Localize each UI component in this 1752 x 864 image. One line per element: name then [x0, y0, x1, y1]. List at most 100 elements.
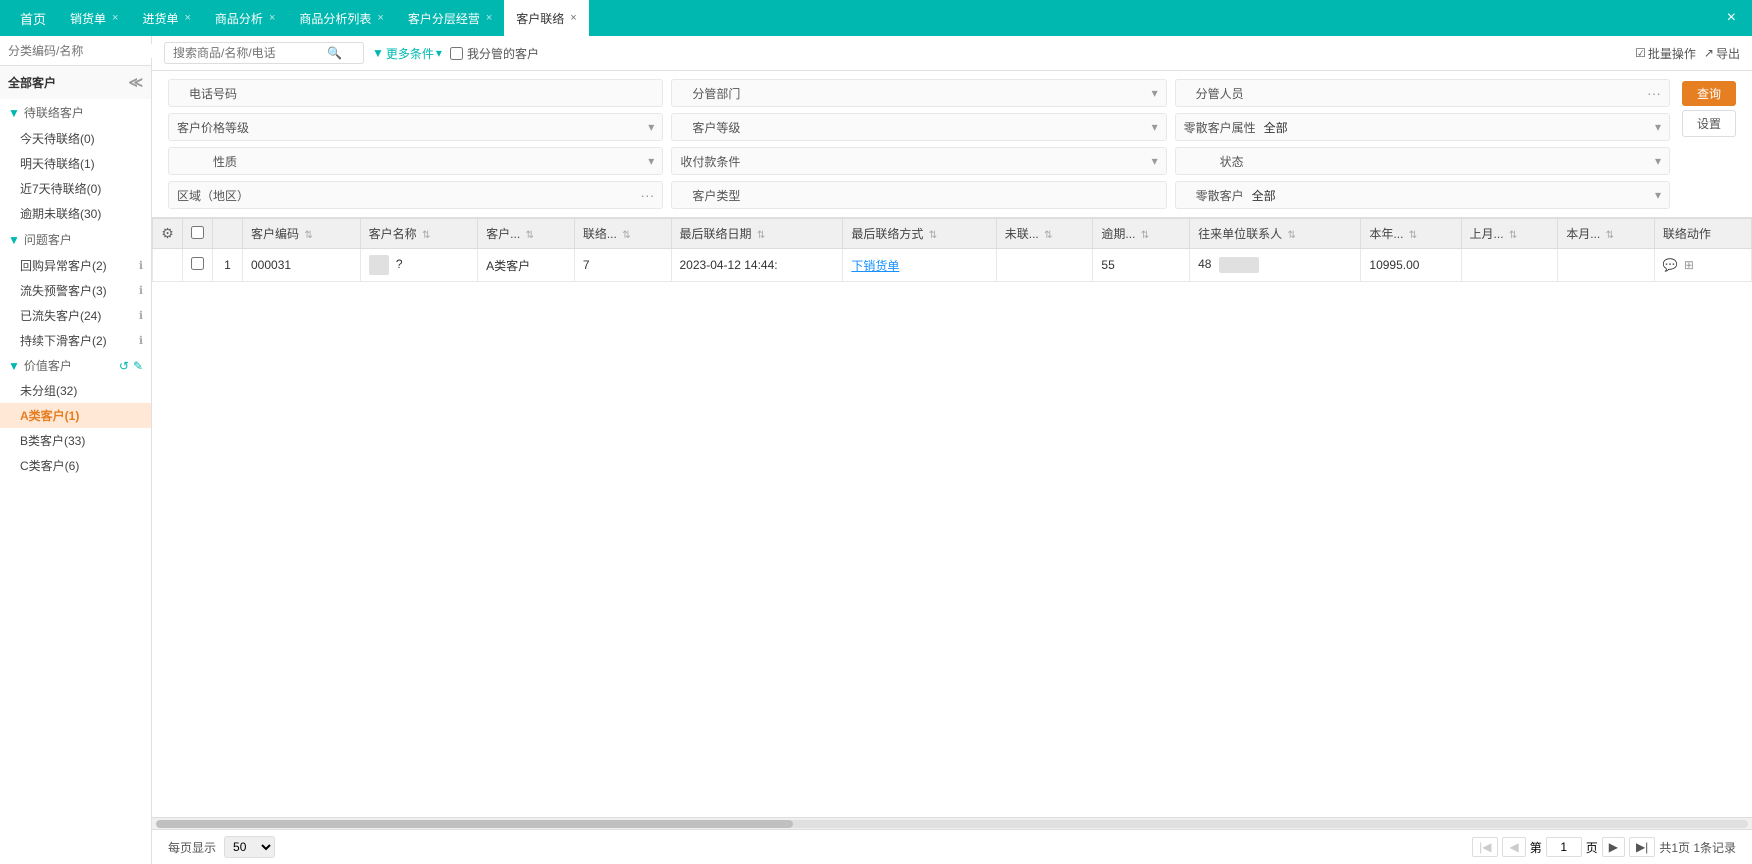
tab-product-analysis[interactable]: 商品分析 × — [203, 0, 287, 36]
sidebar-item-churned[interactable]: 已流失客户(24) ℹ — [0, 303, 151, 328]
tab-purchase[interactable]: 进货单 × — [130, 0, 202, 36]
group-label-value[interactable]: ▼ 价值客户 — [8, 357, 72, 374]
edit-icon[interactable]: ✎ — [133, 359, 143, 373]
group-problem-customers[interactable]: ▼ 问题客户 — [0, 226, 151, 253]
sidebar-item-tomorrow[interactable]: 明天待联络(1) — [0, 151, 151, 176]
filter-department[interactable]: 分管部门 ▾ — [671, 79, 1166, 107]
export-button[interactable]: ↗ 导出 — [1704, 45, 1740, 62]
tab-customer-contact[interactable]: 客户联络 × — [504, 0, 588, 36]
last-method-link[interactable]: 下销货单 — [851, 259, 899, 273]
sort-icon-name: ⇅ — [422, 230, 430, 241]
prev-page-button[interactable]: ◀ — [1502, 837, 1525, 857]
filter-nature[interactable]: 性质 ▾ — [168, 147, 663, 175]
row-contact-count: 7 — [574, 249, 671, 282]
region-label: 区域（地区） — [177, 187, 249, 204]
th-last-contact-method[interactable]: 最后联络方式 ⇅ — [843, 219, 996, 249]
close-all-button[interactable]: × — [1719, 9, 1744, 27]
sidebar-collapse-button[interactable]: ≪ — [128, 74, 143, 91]
phone-input[interactable] — [245, 86, 654, 100]
close-sales-tab[interactable]: × — [112, 12, 118, 24]
sidebar-item-7days[interactable]: 近7天待联络(0) — [0, 176, 151, 201]
close-purchase-tab[interactable]: × — [184, 12, 190, 24]
tab-sales[interactable]: 销货单 × — [58, 0, 130, 36]
sort-icon-last-method: ⇅ — [929, 230, 937, 241]
close-customer-segment-tab[interactable]: × — [486, 12, 492, 24]
close-customer-contact-tab[interactable]: × — [570, 12, 576, 24]
filter-price-level[interactable]: 客户价格等级 ▾ — [168, 113, 663, 141]
page-navigation: |◀ ◀ 第 页 ▶ ▶| 共1页 1条记录 — [1472, 837, 1736, 857]
status-dropdown-icon: ▾ — [1655, 154, 1661, 168]
close-product-list-tab[interactable]: × — [377, 12, 383, 24]
filter-status[interactable]: 状态 ▾ — [1175, 147, 1670, 175]
th-customer-code[interactable]: 客户编码 ⇅ — [243, 219, 361, 249]
tab-product-list[interactable]: 商品分析列表 × — [287, 0, 395, 36]
th-not-linked[interactable]: 未联... ⇅ — [996, 219, 1093, 249]
scrollbar-thumb[interactable] — [156, 820, 793, 828]
th-contact-person[interactable]: 往来单位联系人 ⇅ — [1190, 219, 1361, 249]
first-page-button[interactable]: |◀ — [1472, 837, 1498, 857]
sidebar-item-declining[interactable]: 持续下滑客户(2) ℹ — [0, 328, 151, 353]
filter-manager[interactable]: 分管人员 ··· — [1175, 79, 1670, 107]
my-customer-check[interactable] — [450, 47, 463, 60]
th-actions: 联络动作 — [1654, 219, 1751, 249]
page-size-select[interactable]: 50 100 200 — [224, 836, 275, 858]
close-product-analysis-tab[interactable]: × — [269, 12, 275, 24]
sidebar-item-repurchase-anomaly[interactable]: 回购异常客户(2) ℹ — [0, 253, 151, 278]
filter-retail-customer[interactable]: 零散客户 全部 ▾ — [1175, 181, 1670, 209]
filter-payment[interactable]: 收付款条件 ▾ — [671, 147, 1166, 175]
th-overdue[interactable]: 逾期... ⇅ — [1093, 219, 1190, 249]
th-last-contact-date[interactable]: 最后联络日期 ⇅ — [671, 219, 843, 249]
retail-attr-label: 零散客户属性 — [1184, 119, 1256, 136]
sidebar: 🔍 全部客户 ≪ ▼ 待联络客户 今天待联络(0) 明天待联络(1) 近7天待联… — [0, 36, 152, 864]
nature-label: 性质 — [177, 153, 237, 170]
top-navigation: 首页 销货单 × 进货单 × 商品分析 × 商品分析列表 × 客户分层经营 × … — [0, 0, 1752, 36]
page-label: 第 — [1530, 839, 1542, 856]
sidebar-item-churn-warning[interactable]: 流失预警客户(3) ℹ — [0, 278, 151, 303]
batch-op-button[interactable]: ☑ 批量操作 — [1635, 45, 1696, 62]
th-last-month[interactable]: 上月... ⇅ — [1461, 219, 1558, 249]
group-pending-contact[interactable]: ▼ 待联络客户 — [0, 99, 151, 126]
all-customers-label: 全部客户 — [8, 74, 56, 91]
my-customer-checkbox[interactable]: 我分管的客户 — [450, 45, 539, 62]
sidebar-item-overdue[interactable]: 逾期未联络(30) — [0, 201, 151, 226]
last-page-button[interactable]: ▶| — [1629, 837, 1655, 857]
filter-row-4: 区域（地区） ··· 客户类型 零散客户 全部 ▾ — [168, 181, 1670, 209]
sidebar-item-today[interactable]: 今天待联络(0) — [0, 126, 151, 151]
nature-dropdown-icon: ▾ — [648, 154, 654, 168]
select-all-checkbox[interactable] — [191, 226, 204, 239]
th-customer-type[interactable]: 客户... ⇅ — [478, 219, 575, 249]
row-checkbox[interactable] — [191, 257, 204, 270]
next-page-button[interactable]: ▶ — [1602, 837, 1625, 857]
th-customer-name[interactable]: 客户名称 ⇅ — [360, 219, 478, 249]
settings-button[interactable]: 设置 — [1682, 110, 1736, 137]
dept-dropdown-icon: ▾ — [1152, 86, 1158, 100]
settings-icon[interactable]: ⚙ — [161, 225, 174, 241]
th-contact-count[interactable]: 联络... ⇅ — [574, 219, 671, 249]
filter-retail-attr[interactable]: 零散客户属性 全部 ▾ — [1175, 113, 1670, 141]
more-filter-button[interactable]: ▼ 更多条件 ▾ — [372, 45, 442, 62]
query-button[interactable]: 查询 — [1682, 81, 1736, 106]
th-this-year[interactable]: 本年... ⇅ — [1361, 219, 1461, 249]
filter-region[interactable]: 区域（地区） ··· — [168, 181, 663, 209]
search-icon[interactable]: 🔍 — [327, 46, 342, 60]
sidebar-item-unclassified[interactable]: 未分组(32) — [0, 378, 151, 403]
sidebar-search-input[interactable] — [8, 44, 163, 58]
home-tab[interactable]: 首页 — [8, 0, 58, 36]
tab-customer-segment[interactable]: 客户分层经营 × — [396, 0, 504, 36]
sidebar-item-class-c[interactable]: C类客户(6) — [0, 453, 151, 478]
customer-level-dropdown-icon: ▾ — [1152, 120, 1158, 134]
refresh-icon[interactable]: ↺ — [119, 359, 129, 373]
group-label-pending: 待联络客户 — [24, 104, 84, 121]
manager-dots-icon: ··· — [1647, 85, 1661, 101]
sidebar-item-class-a[interactable]: A类客户(1) — [0, 403, 151, 428]
chat-icon[interactable]: 💬 — [1663, 258, 1678, 272]
search-input[interactable] — [173, 46, 323, 60]
horizontal-scrollbar[interactable] — [152, 817, 1752, 829]
dept-label: 分管部门 — [680, 85, 740, 102]
qrcode-icon[interactable]: ⊞ — [1684, 258, 1694, 272]
page-number-input[interactable] — [1546, 837, 1582, 857]
customer-type-input[interactable] — [748, 188, 1157, 202]
th-this-month[interactable]: 本月... ⇅ — [1558, 219, 1655, 249]
filter-customer-level[interactable]: 客户等级 ▾ — [671, 113, 1166, 141]
sidebar-item-class-b[interactable]: B类客户(33) — [0, 428, 151, 453]
